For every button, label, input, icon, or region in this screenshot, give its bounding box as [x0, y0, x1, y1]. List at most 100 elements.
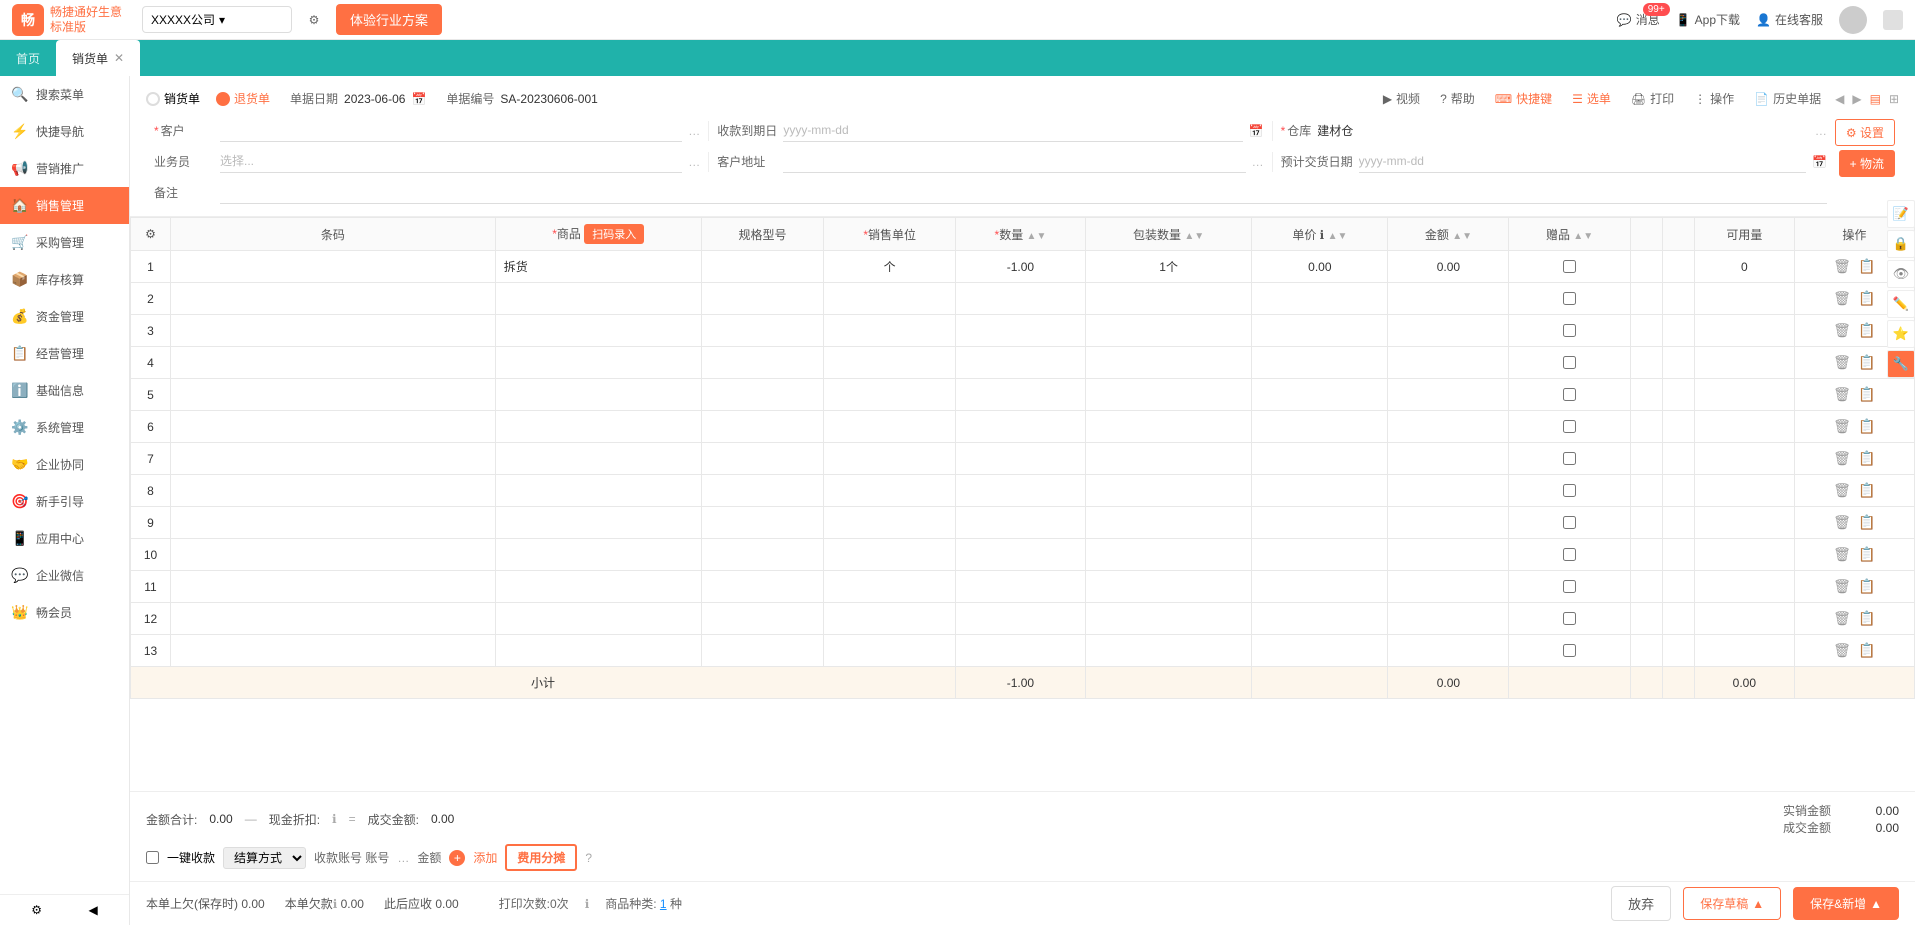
row-qty-4[interactable]	[955, 347, 1085, 379]
row-unit-2[interactable]	[824, 283, 956, 315]
one-click-payment-checkbox[interactable]	[146, 851, 159, 864]
row-pkg-qty-4[interactable]	[1085, 347, 1251, 379]
row-amount-12[interactable]	[1388, 603, 1509, 635]
settings-bottom-icon[interactable]: ⚙	[31, 903, 42, 917]
row-unit-10[interactable]	[824, 539, 956, 571]
row-copy-btn-1[interactable]: 📋	[1856, 256, 1877, 277]
fee-split-button[interactable]: 费用分摊	[505, 844, 577, 871]
row-unit-1[interactable]: 个	[824, 251, 956, 283]
product-count[interactable]: 1	[660, 897, 667, 911]
row-copy-btn-4[interactable]: 📋	[1856, 352, 1877, 373]
row-pkg-qty-9[interactable]	[1085, 507, 1251, 539]
row-barcode-1[interactable]	[171, 251, 496, 283]
print-btn[interactable]: 🖨 打印	[1625, 88, 1680, 109]
row-spec-7[interactable]	[701, 443, 824, 475]
row-product-13[interactable]	[495, 635, 701, 667]
row-gift-2[interactable]	[1509, 283, 1630, 315]
collapse-icon[interactable]: ◀	[89, 903, 98, 917]
discard-button[interactable]: 放弃	[1611, 886, 1671, 921]
row-spec-10[interactable]	[701, 539, 824, 571]
sidebar-item-system[interactable]: ⚙️ 系统管理	[0, 409, 129, 446]
row-qty-7[interactable]	[955, 443, 1085, 475]
row-gift-8[interactable]	[1509, 475, 1630, 507]
row-barcode-4[interactable]	[171, 347, 496, 379]
operation-btn[interactable]: ⋮ 操作	[1688, 88, 1740, 109]
sidebar-item-purchase[interactable]: 🛒 采购管理	[0, 224, 129, 261]
row-delete-btn-1[interactable]: 🗑	[1831, 256, 1853, 277]
sidebar-item-quick-nav[interactable]: ⚡ 快捷导航	[0, 113, 129, 150]
customer-more-icon[interactable]: …	[688, 124, 700, 138]
row-copy-btn-11[interactable]: 📋	[1856, 576, 1877, 597]
row-delete-btn-9[interactable]: 🗑	[1831, 512, 1853, 533]
row-gift-9[interactable]	[1509, 507, 1630, 539]
save-draft-button[interactable]: 保存草稿 ▲	[1683, 887, 1781, 920]
col-settings-header[interactable]: ⚙	[131, 218, 171, 251]
row-copy-btn-7[interactable]: 📋	[1856, 448, 1877, 469]
row-barcode-6[interactable]	[171, 411, 496, 443]
sidebar-item-search[interactable]: 🔍 搜索菜单	[0, 76, 129, 113]
radio-sales-order[interactable]: 销货单	[146, 90, 200, 107]
history-btn[interactable]: 📄 历史单据	[1748, 88, 1827, 109]
row-pkg-qty-11[interactable]	[1085, 571, 1251, 603]
customer-addr-input[interactable]	[783, 150, 1245, 173]
app-download-button[interactable]: 📱 App下载	[1676, 11, 1740, 28]
row-qty-6[interactable]	[955, 411, 1085, 443]
row-delete-btn-5[interactable]: 🗑	[1831, 384, 1853, 405]
row-unit-price-4[interactable]	[1252, 347, 1388, 379]
radio-return-order[interactable]: 退货单	[216, 90, 270, 107]
row-amount-13[interactable]	[1388, 635, 1509, 667]
grid-view-icon[interactable]: ⊞	[1889, 92, 1899, 106]
row-unit-price-12[interactable]	[1252, 603, 1388, 635]
settings-side-btn[interactable]: ⚙ 设置	[1835, 119, 1895, 146]
row-spec-2[interactable]	[701, 283, 824, 315]
row-gift-12[interactable]	[1509, 603, 1630, 635]
row-product-11[interactable]	[495, 571, 701, 603]
sidebar-item-vip[interactable]: 👑 畅会员	[0, 594, 129, 631]
row-pkg-qty-6[interactable]	[1085, 411, 1251, 443]
expected-date-input[interactable]	[1359, 150, 1806, 173]
sidebar-item-enterprise[interactable]: 🤝 企业协同	[0, 446, 129, 483]
row-product-8[interactable]	[495, 475, 701, 507]
row-delete-btn-6[interactable]: 🗑	[1831, 416, 1853, 437]
row-unit-5[interactable]	[824, 379, 956, 411]
row-qty-9[interactable]	[955, 507, 1085, 539]
tab-home[interactable]: 首页	[0, 40, 56, 76]
logistics-side-btn[interactable]: + 物流	[1839, 150, 1895, 177]
row-qty-10[interactable]	[955, 539, 1085, 571]
row-gift-11[interactable]	[1509, 571, 1630, 603]
row-unit-3[interactable]	[824, 315, 956, 347]
row-delete-btn-12[interactable]: 🗑	[1831, 608, 1853, 629]
sidebar-item-inventory[interactable]: 📦 库存核算	[0, 261, 129, 298]
row-copy-btn-6[interactable]: 📋	[1856, 416, 1877, 437]
row-unit-price-11[interactable]	[1252, 571, 1388, 603]
float-btn-5[interactable]: ⭐	[1887, 320, 1915, 348]
sidebar-item-app-center[interactable]: 📱 应用中心	[0, 520, 129, 557]
row-spec-6[interactable]	[701, 411, 824, 443]
row-copy-btn-5[interactable]: 📋	[1856, 384, 1877, 405]
row-amount-8[interactable]	[1388, 475, 1509, 507]
row-pkg-qty-2[interactable]	[1085, 283, 1251, 315]
row-delete-btn-8[interactable]: 🗑	[1831, 480, 1853, 501]
tab-close-icon[interactable]: ✕	[114, 51, 124, 65]
row-qty-1[interactable]: -1.00	[955, 251, 1085, 283]
row-copy-btn-8[interactable]: 📋	[1856, 480, 1877, 501]
sidebar-item-marketing[interactable]: 📢 营销推广	[0, 150, 129, 187]
calendar-icon[interactable]: 📅	[411, 92, 426, 106]
row-spec-3[interactable]	[701, 315, 824, 347]
row-copy-btn-13[interactable]: 📋	[1856, 640, 1877, 661]
row-unit-13[interactable]	[824, 635, 956, 667]
row-barcode-12[interactable]	[171, 603, 496, 635]
row-pkg-qty-7[interactable]	[1085, 443, 1251, 475]
row-amount-5[interactable]	[1388, 379, 1509, 411]
row-product-12[interactable]	[495, 603, 701, 635]
row-spec-9[interactable]	[701, 507, 824, 539]
row-qty-12[interactable]	[955, 603, 1085, 635]
row-gift-1[interactable]	[1509, 251, 1630, 283]
add-payment-btn[interactable]: +	[449, 850, 465, 866]
row-product-1[interactable]: 拆货	[495, 251, 701, 283]
row-gift-6[interactable]	[1509, 411, 1630, 443]
row-spec-1[interactable]	[701, 251, 824, 283]
row-unit-price-6[interactable]	[1252, 411, 1388, 443]
row-qty-8[interactable]	[955, 475, 1085, 507]
row-amount-9[interactable]	[1388, 507, 1509, 539]
